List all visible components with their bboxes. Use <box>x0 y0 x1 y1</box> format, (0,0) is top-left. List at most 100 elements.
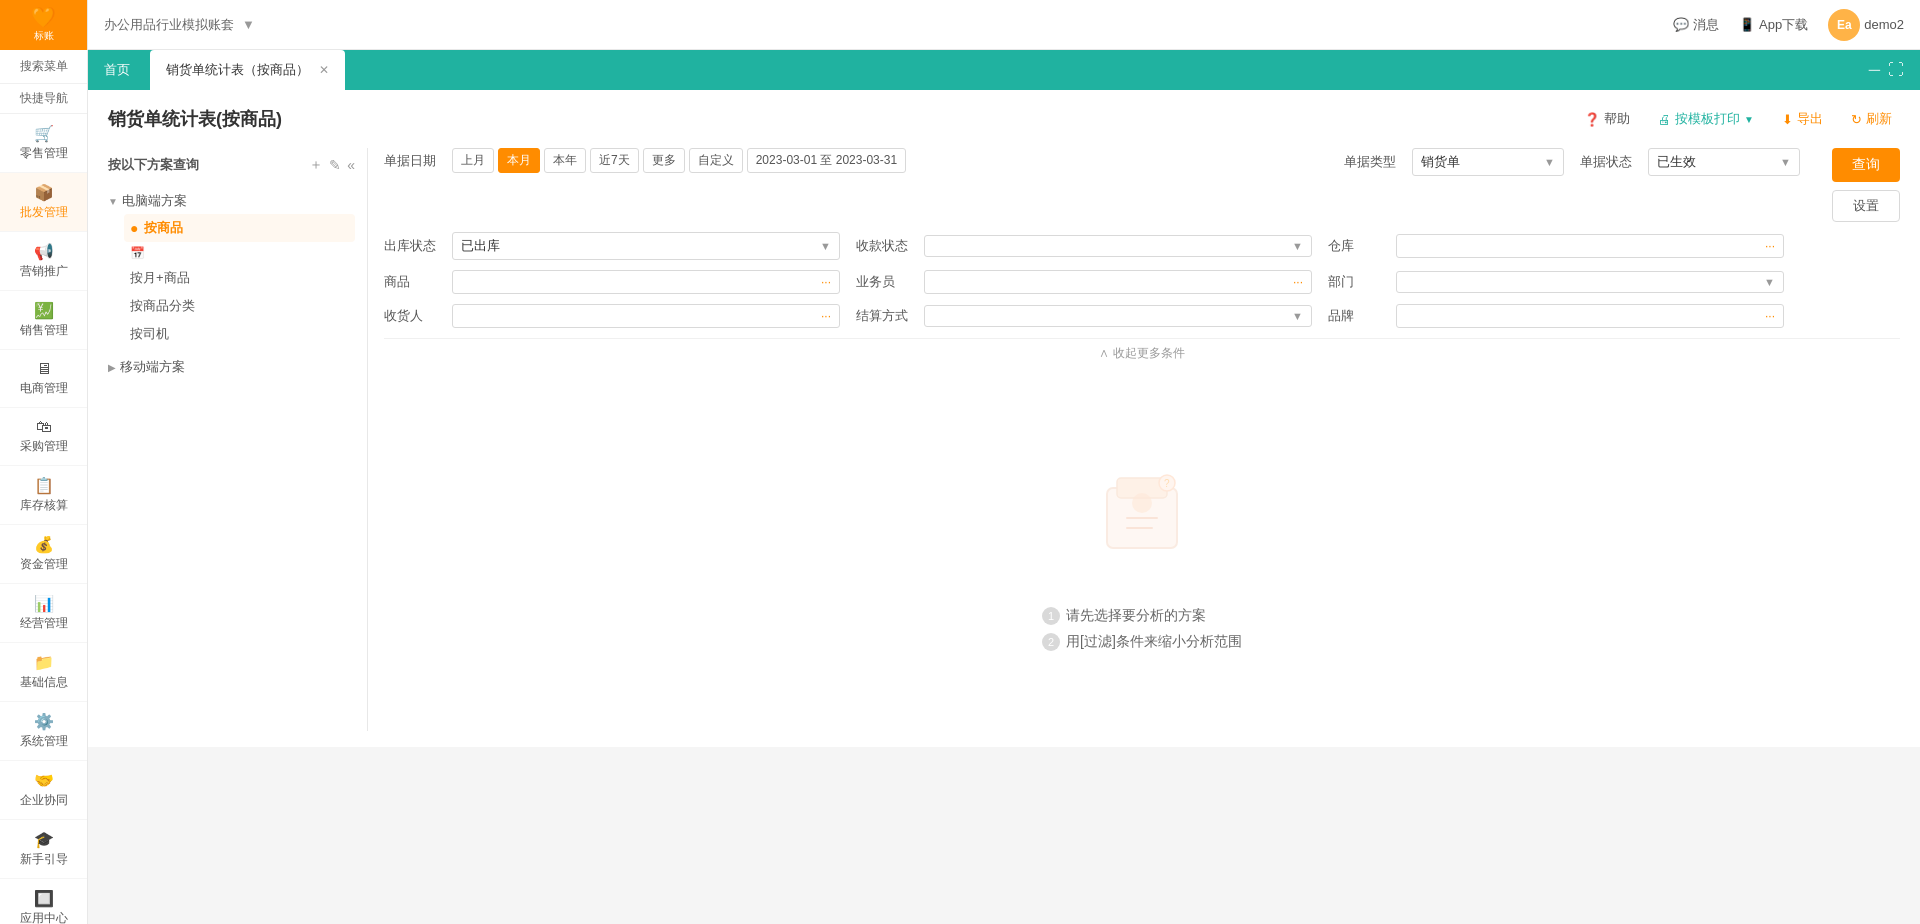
query-btn[interactable]: 查询 <box>1832 148 1900 182</box>
inventory-label: 库存核算 <box>20 497 68 514</box>
sidebar-item-basic[interactable]: 📁 基础信息 <box>0 643 87 702</box>
type-select[interactable]: 销货单 ▼ <box>1412 148 1564 176</box>
tree-group-mobile: ▶ 移动端方案 <box>108 354 355 380</box>
tree-item-by-dept[interactable]: 按司机 <box>124 320 355 348</box>
tip-text-2: 用[过滤]条件来缩小分析范围 <box>1066 633 1242 651</box>
message-btn[interactable]: 💬 消息 <box>1673 16 1719 34</box>
sidebar-item-inventory[interactable]: 📋 库存核算 <box>0 466 87 525</box>
top-header: 办公用品行业模拟账套 ▼ 💬 消息 📱 App下载 Ea demo2 <box>88 0 1920 50</box>
sidebar-item-retail[interactable]: 🛒 零售管理 <box>0 114 87 173</box>
recipient-input[interactable]: ··· <box>452 304 840 328</box>
desktop-group-label: 电脑端方案 <box>122 192 187 210</box>
sidebar-item-marketing[interactable]: 📢 营销推广 <box>0 232 87 291</box>
user-profile[interactable]: Ea demo2 <box>1828 9 1904 41</box>
finance-icon: 💰 <box>34 535 54 554</box>
collapse-bar[interactable]: ∧ 收起更多条件 <box>384 338 1900 368</box>
template-print-btn[interactable]: 🖨 按模板打印 ▼ <box>1650 106 1762 132</box>
mobile-group-header[interactable]: ▶ 移动端方案 <box>108 354 355 380</box>
print-icon: 🖨 <box>1658 112 1671 127</box>
collection-arrow-icon: ▼ <box>1292 240 1303 252</box>
content-wrapper: 销货单统计表(按商品) ❓ 帮助 🖨 按模板打印 ▼ ⬇ 导出 <box>88 90 1920 747</box>
tab-report[interactable]: 销货单统计表（按商品） ✕ <box>150 50 345 90</box>
empty-tip-2: 2 用[过滤]条件来缩小分析范围 <box>1042 633 1242 651</box>
warehouse-filter-section: 仓库 ··· <box>1328 234 1784 258</box>
sidebar-item-operations[interactable]: 📊 经营管理 <box>0 584 87 643</box>
empty-icon: ? <box>1082 448 1202 587</box>
dropdown-arrow-icon[interactable]: ▼ <box>242 17 255 32</box>
date-btn-more[interactable]: 更多 <box>643 148 685 173</box>
warehouse-status-select[interactable]: 已出库 ▼ <box>452 232 840 260</box>
export-label: 导出 <box>1797 110 1823 128</box>
tree-item-by-month-goods[interactable]: 按月+商品 <box>124 264 355 292</box>
sidebar-item-enterprise[interactable]: 🤝 企业协同 <box>0 761 87 820</box>
status-select[interactable]: 已生效 ▼ <box>1648 148 1800 176</box>
date-btn-this-month[interactable]: 本月 <box>498 148 540 173</box>
settlement-arrow-icon: ▼ <box>1292 310 1303 322</box>
sidebar-item-wholesale[interactable]: 📦 批发管理 <box>0 173 87 232</box>
salesperson-label: 业务员 <box>856 273 916 291</box>
warehouse-filter-input[interactable]: ··· <box>1396 234 1784 258</box>
add-scheme-icon[interactable]: ＋ <box>309 156 323 174</box>
help-label: 帮助 <box>1604 110 1630 128</box>
date-label: 单据日期 <box>384 152 444 170</box>
tree-children: ● 按商品 📅 按月+商品 按商品分类 <box>108 214 355 348</box>
sidebar-item-apps[interactable]: 🔲 应用中心 <box>0 879 87 924</box>
export-icon: ⬇ <box>1782 112 1793 127</box>
settlement-select[interactable]: ▼ <box>924 305 1312 327</box>
sidebar-quick-nav[interactable]: 快捷导航 <box>0 84 87 114</box>
tree-item-by-category[interactable]: 按商品分类 <box>124 292 355 320</box>
collapse-panel-icon[interactable]: « <box>347 157 355 173</box>
date-btn-this-year[interactable]: 本年 <box>544 148 586 173</box>
date-btn-last-month[interactable]: 上月 <box>452 148 494 173</box>
by-dept-label: 按司机 <box>130 325 169 343</box>
page-content: 销货单统计表(按商品) ❓ 帮助 🖨 按模板打印 ▼ ⬇ 导出 <box>88 90 1920 924</box>
department-arrow-icon: ▼ <box>1764 276 1775 288</box>
recipient-ellipsis: ··· <box>821 309 831 323</box>
sidebar-search[interactable]: 搜索菜单 <box>0 50 87 84</box>
goods-input[interactable]: ··· <box>452 270 840 294</box>
edit-scheme-icon[interactable]: ✎ <box>329 157 341 173</box>
type-label: 单据类型 <box>1344 153 1404 171</box>
brand-input[interactable]: ··· <box>1396 304 1784 328</box>
settings-btn[interactable]: 设置 <box>1832 190 1900 222</box>
tab-home[interactable]: 首页 <box>88 50 146 90</box>
status-label: 单据状态 <box>1580 153 1640 171</box>
home-tab-label: 首页 <box>104 61 130 79</box>
sidebar-item-system[interactable]: ⚙️ 系统管理 <box>0 702 87 761</box>
sidebar-item-finance[interactable]: 💰 资金管理 <box>0 525 87 584</box>
tab-close-icon[interactable]: ✕ <box>319 63 329 77</box>
mobile-group-label: 移动端方案 <box>120 358 185 376</box>
export-btn[interactable]: ⬇ 导出 <box>1774 106 1831 132</box>
refresh-btn[interactable]: ↻ 刷新 <box>1843 106 1900 132</box>
message-label: 消息 <box>1693 16 1719 34</box>
type-arrow-icon: ▼ <box>1544 156 1555 168</box>
app-download-btn[interactable]: 📱 App下载 <box>1739 16 1808 34</box>
by-month-goods-label: 按月+商品 <box>130 269 190 287</box>
collection-select[interactable]: ▼ <box>924 235 1312 257</box>
help-icon: ❓ <box>1584 112 1600 127</box>
department-select[interactable]: ▼ <box>1396 271 1784 293</box>
sidebar-item-guide[interactable]: 🎓 新手引导 <box>0 820 87 879</box>
query-buttons: 查询 设置 <box>1832 148 1900 222</box>
help-btn[interactable]: ❓ 帮助 <box>1576 106 1638 132</box>
filter-date-section: 单据日期 上月 本月 本年 近7天 更多 自定义 2023-03-01 至 20… <box>384 148 1328 177</box>
sidebar-item-sales[interactable]: 💹 销售管理 <box>0 291 87 350</box>
sidebar-item-procurement[interactable]: 🛍 采购管理 <box>0 408 87 466</box>
date-btn-7days[interactable]: 近7天 <box>590 148 639 173</box>
right-panel: 单据日期 上月 本月 本年 近7天 更多 自定义 2023-03-01 至 20… <box>368 148 1900 731</box>
left-panel: 按以下方案查询 ＋ ✎ « ▼ 电脑端方案 <box>108 148 368 731</box>
sidebar-item-ecommerce[interactable]: 🖥 电商管理 <box>0 350 87 408</box>
date-btn-custom[interactable]: 自定义 <box>689 148 743 173</box>
template-print-label: 按模板打印 <box>1675 110 1740 128</box>
header-right: 💬 消息 📱 App下载 Ea demo2 <box>1673 9 1904 41</box>
tab-minimize-icon[interactable]: ─ <box>1869 61 1880 79</box>
tip-text-1: 请先选择要分析的方案 <box>1066 607 1206 625</box>
recipient-label: 收货人 <box>384 307 444 325</box>
sub-icon: 📅 <box>130 246 145 260</box>
tip-num-1: 1 <box>1042 607 1060 625</box>
empty-tip-1: 1 请先选择要分析的方案 <box>1042 607 1242 625</box>
desktop-group-header[interactable]: ▼ 电脑端方案 <box>108 188 355 214</box>
tab-expand-icon[interactable]: ⛶ <box>1888 61 1904 79</box>
tree-item-by-goods[interactable]: ● 按商品 <box>124 214 355 242</box>
salesperson-input[interactable]: ··· <box>924 270 1312 294</box>
